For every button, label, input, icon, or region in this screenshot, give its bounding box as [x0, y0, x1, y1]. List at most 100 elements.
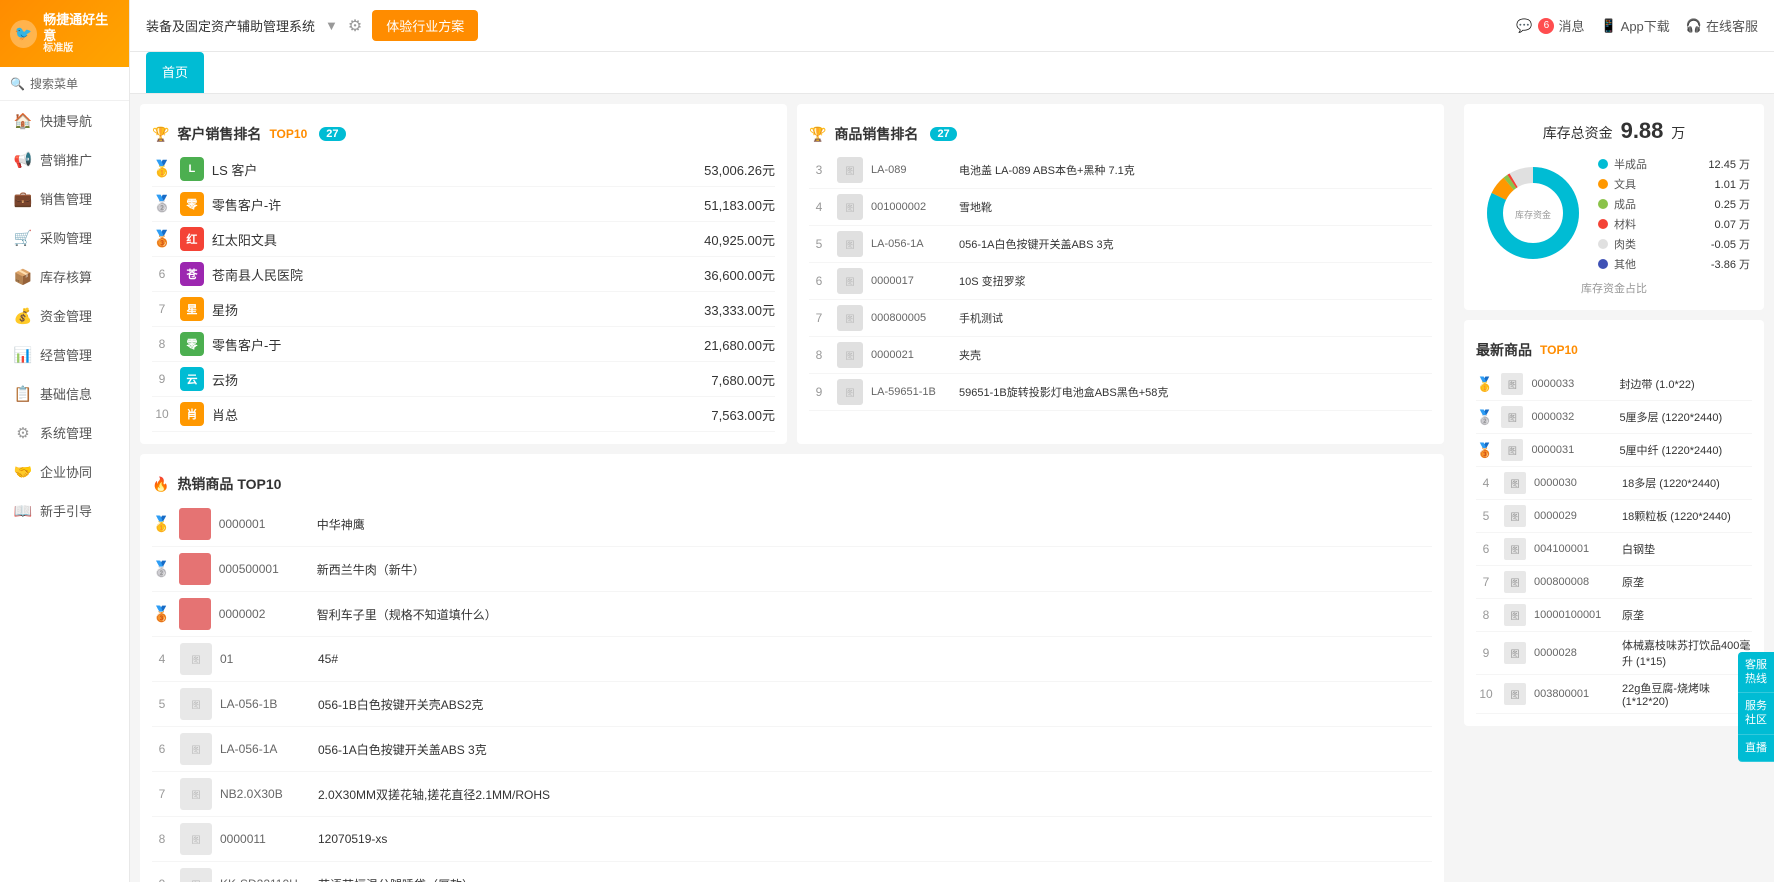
product-code: LA-056-1B: [220, 697, 310, 711]
topbar-message[interactable]: 💬 6 消息: [1516, 16, 1584, 35]
legend-dot: [1598, 179, 1608, 189]
new-product-row: 🥈 图 0000032 5厘多层 (1220*2440): [1476, 401, 1752, 434]
legend-dot: [1598, 239, 1608, 249]
legend-label: 肉类: [1614, 236, 1705, 252]
customer-ranking-row: 8 零 零售客户-于 21,680.00元: [152, 327, 775, 362]
sidebar-item-3[interactable]: 🛒采购管理: [0, 218, 129, 257]
medal-bronze-icon: 🥉: [152, 605, 171, 623]
legend-item: 成品 0.25 万: [1598, 194, 1750, 214]
new-product-name: 18多层 (1220*2440): [1622, 475, 1752, 491]
new-product-name: 22g鱼豆腐-烧烤味 (1*12*20): [1622, 680, 1752, 708]
app-subtitle: 标准版: [43, 43, 119, 55]
nav-label-4: 库存核算: [40, 267, 92, 286]
product-ranking-table: 3 图 LA-089 电池盖 LA-089 ABS本色+黑种 7.1克 4 图 …: [809, 152, 1432, 411]
settings-icon[interactable]: ⚙: [348, 16, 362, 36]
product-name: 2.0X30MM双搓花轴,搓花直径2.1MM/ROHS: [318, 786, 1432, 803]
legend-label: 其他: [1614, 256, 1705, 272]
tab-home[interactable]: 首页: [146, 52, 204, 93]
product-thumb: 图: [837, 342, 863, 368]
right-panel: 库存总资金 9.88 万: [1454, 94, 1774, 882]
sidebar-item-6[interactable]: 📊经营管理: [0, 335, 129, 374]
product-trophy-icon: 🏆: [809, 126, 826, 143]
nav-icon-3: 🛒: [14, 229, 32, 247]
customer-ranking-row: 7 星 星扬 33,333.00元: [152, 292, 775, 327]
rank-num: 3: [809, 163, 829, 177]
customer-avatar: 星: [180, 297, 204, 321]
new-product-row: 6 图 004100001 白钢垫: [1476, 533, 1752, 566]
sidebar-item-2[interactable]: 💼销售管理: [0, 179, 129, 218]
hot-products-list: 🥇 0000001 中华神鹰🥈 000500001 新西兰牛肉（新牛）🥉 000…: [152, 502, 1432, 882]
product-code: LA-59651-1B: [871, 386, 951, 398]
product-thumbnail: 图: [180, 688, 212, 720]
sidebar-item-8[interactable]: ⚙系统管理: [0, 413, 129, 452]
product-ranking-row: 6 图 0000017 10S 变扭罗浆: [809, 263, 1432, 300]
app-download-label: App下载: [1621, 16, 1670, 35]
product-code: LA-089: [871, 164, 951, 176]
new-product-thumb: 图: [1501, 406, 1523, 428]
nav-label-1: 营销推广: [40, 150, 92, 169]
new-product-row: 8 图 10000100001 原垄: [1476, 599, 1752, 632]
product-code: 0000021: [871, 349, 951, 361]
message-label: 消息: [1558, 16, 1584, 35]
main-area: 装备及固定资产辅助管理系统 ▼ ⚙ 体验行业方案 💬 6 消息 📱 App下载 …: [130, 0, 1774, 882]
new-products-top-label: TOP10: [1540, 343, 1578, 357]
rank-num: 5: [152, 697, 172, 711]
sidebar-item-10[interactable]: 📖新手引导: [0, 491, 129, 530]
hot-products-title: 热销商品 TOP10: [177, 474, 281, 494]
legend-item: 材料 0.07 万: [1598, 214, 1750, 234]
product-thumbnail: 图: [180, 823, 212, 855]
product-code: KK-SD22110H: [220, 877, 310, 882]
medal-silver-icon: 🥈: [152, 560, 171, 578]
legend-value: 0.07 万: [1715, 216, 1750, 232]
sidebar-item-1[interactable]: 📢营销推广: [0, 140, 129, 179]
hot-product-row: 🥇 0000001 中华神鹰: [152, 502, 1432, 547]
medal-gold-icon: 🥇: [152, 515, 171, 533]
legend-label: 半成品: [1614, 156, 1702, 172]
medal-gold-icon: 🥇: [1476, 376, 1493, 393]
hot-product-row: 5 图 LA-056-1B 056-1B白色按键开关壳ABS2克: [152, 682, 1432, 727]
rank-num: 4: [809, 200, 829, 214]
medal-gold-icon: 🥇: [152, 159, 172, 179]
product-thumb: 图: [837, 268, 863, 294]
product-ranking-row: 8 图 0000021 夹壳: [809, 337, 1432, 374]
sidebar-item-4[interactable]: 📦库存核算: [0, 257, 129, 296]
rank-num: 6: [1476, 542, 1496, 556]
float-service-btn-1[interactable]: 服务 社区: [1738, 693, 1774, 735]
product-ranking-card: 🏆 商品销售排名 27 3 图 LA-089 电池盖 LA-089 ABS本色+…: [797, 104, 1444, 444]
float-service: 客服 热线服务 社区直播: [1738, 652, 1774, 762]
trial-button[interactable]: 体验行业方案: [372, 10, 478, 41]
sidebar-item-9[interactable]: 🤝企业协同: [0, 452, 129, 491]
sidebar: 🐦 畅捷通好生意 标准版 🔍 搜索菜单 🏠快捷导航📢营销推广💼销售管理🛒采购管理…: [0, 0, 130, 882]
product-name: 056-1A白色按键开关盖ABS 3克: [959, 236, 1432, 252]
legend-label: 材料: [1614, 216, 1709, 232]
float-service-btn-2[interactable]: 直播: [1738, 735, 1774, 762]
customer-name: 零售客户-于: [212, 335, 696, 354]
hot-product-row: 🥈 000500001 新西兰牛肉（新牛）: [152, 547, 1432, 592]
topbar-app-download[interactable]: 📱 App下载: [1600, 16, 1669, 35]
sidebar-item-0[interactable]: 🏠快捷导航: [0, 101, 129, 140]
rank-num: 6: [152, 742, 172, 756]
sidebar-search[interactable]: 🔍 搜索菜单: [0, 67, 129, 101]
topbar-online-service[interactable]: 🎧 在线客服: [1686, 16, 1758, 35]
hot-product-row: 8 图 0000011 12070519-xs: [152, 817, 1432, 862]
legend-item: 其他 -3.86 万: [1598, 254, 1750, 274]
app-logo-text: 畅捷通好生意 标准版: [43, 12, 119, 55]
product-thumbnail: 图: [180, 868, 212, 882]
new-product-code: 0000031: [1531, 444, 1611, 456]
customer-name: 肖总: [212, 405, 703, 424]
inventory-unit: 万: [1671, 125, 1685, 141]
product-thumb: 图: [837, 231, 863, 257]
sidebar-item-5[interactable]: 💰资金管理: [0, 296, 129, 335]
sidebar-item-7[interactable]: 📋基础信息: [0, 374, 129, 413]
new-product-code: 004100001: [1534, 543, 1614, 555]
new-product-row: 🥇 图 0000033 封边带 (1.0*22): [1476, 368, 1752, 401]
topbar: 装备及固定资产辅助管理系统 ▼ ⚙ 体验行业方案 💬 6 消息 📱 App下载 …: [130, 0, 1774, 52]
nav-icon-2: 💼: [14, 190, 32, 208]
rank-num: 4: [152, 652, 172, 666]
dropdown-icon[interactable]: ▼: [325, 18, 338, 33]
legend-value: -0.05 万: [1711, 236, 1750, 252]
product-thumbnail: [179, 553, 211, 585]
float-service-btn-0[interactable]: 客服 热线: [1738, 652, 1774, 694]
new-product-code: 000800008: [1534, 576, 1614, 588]
product-name: 花语萌恒温分腿睡袋（厚款）: [318, 876, 1432, 882]
